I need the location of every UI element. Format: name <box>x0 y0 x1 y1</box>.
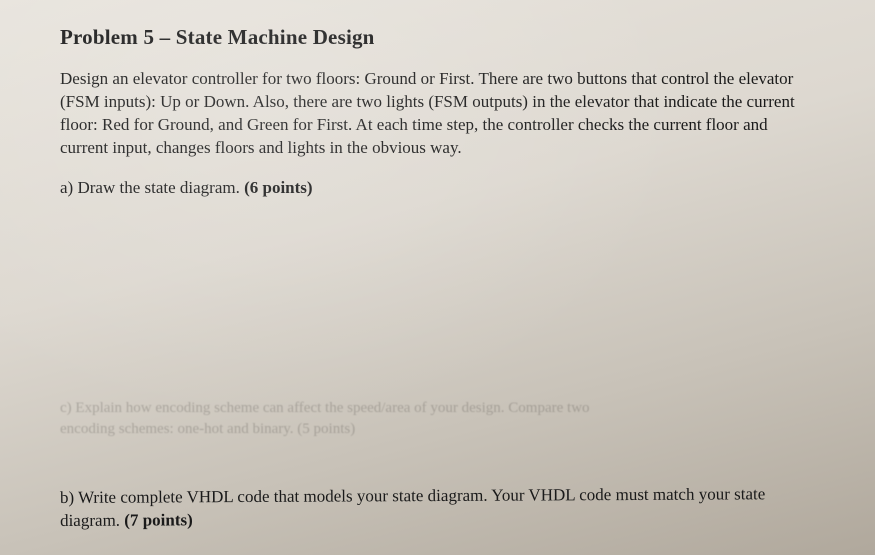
part-a-points: (6 points) <box>244 178 312 197</box>
problem-title: Problem 5 – State Machine Design <box>60 25 820 50</box>
ghost-line-2: encoding schemes: one-hot and binary. (5… <box>60 419 820 440</box>
part-b-points: (7 points) <box>124 510 193 529</box>
ghost-line-1: c) Explain how encoding scheme can affec… <box>60 398 820 419</box>
part-a-text: a) Draw the state diagram. <box>60 178 244 197</box>
problem-description: Design an elevator controller for two fl… <box>60 68 820 160</box>
bleed-through-text: c) Explain how encoding scheme can affec… <box>60 398 820 440</box>
part-a: a) Draw the state diagram. (6 points) <box>60 178 820 198</box>
part-b: b) Write complete VHDL code that models … <box>60 483 820 533</box>
